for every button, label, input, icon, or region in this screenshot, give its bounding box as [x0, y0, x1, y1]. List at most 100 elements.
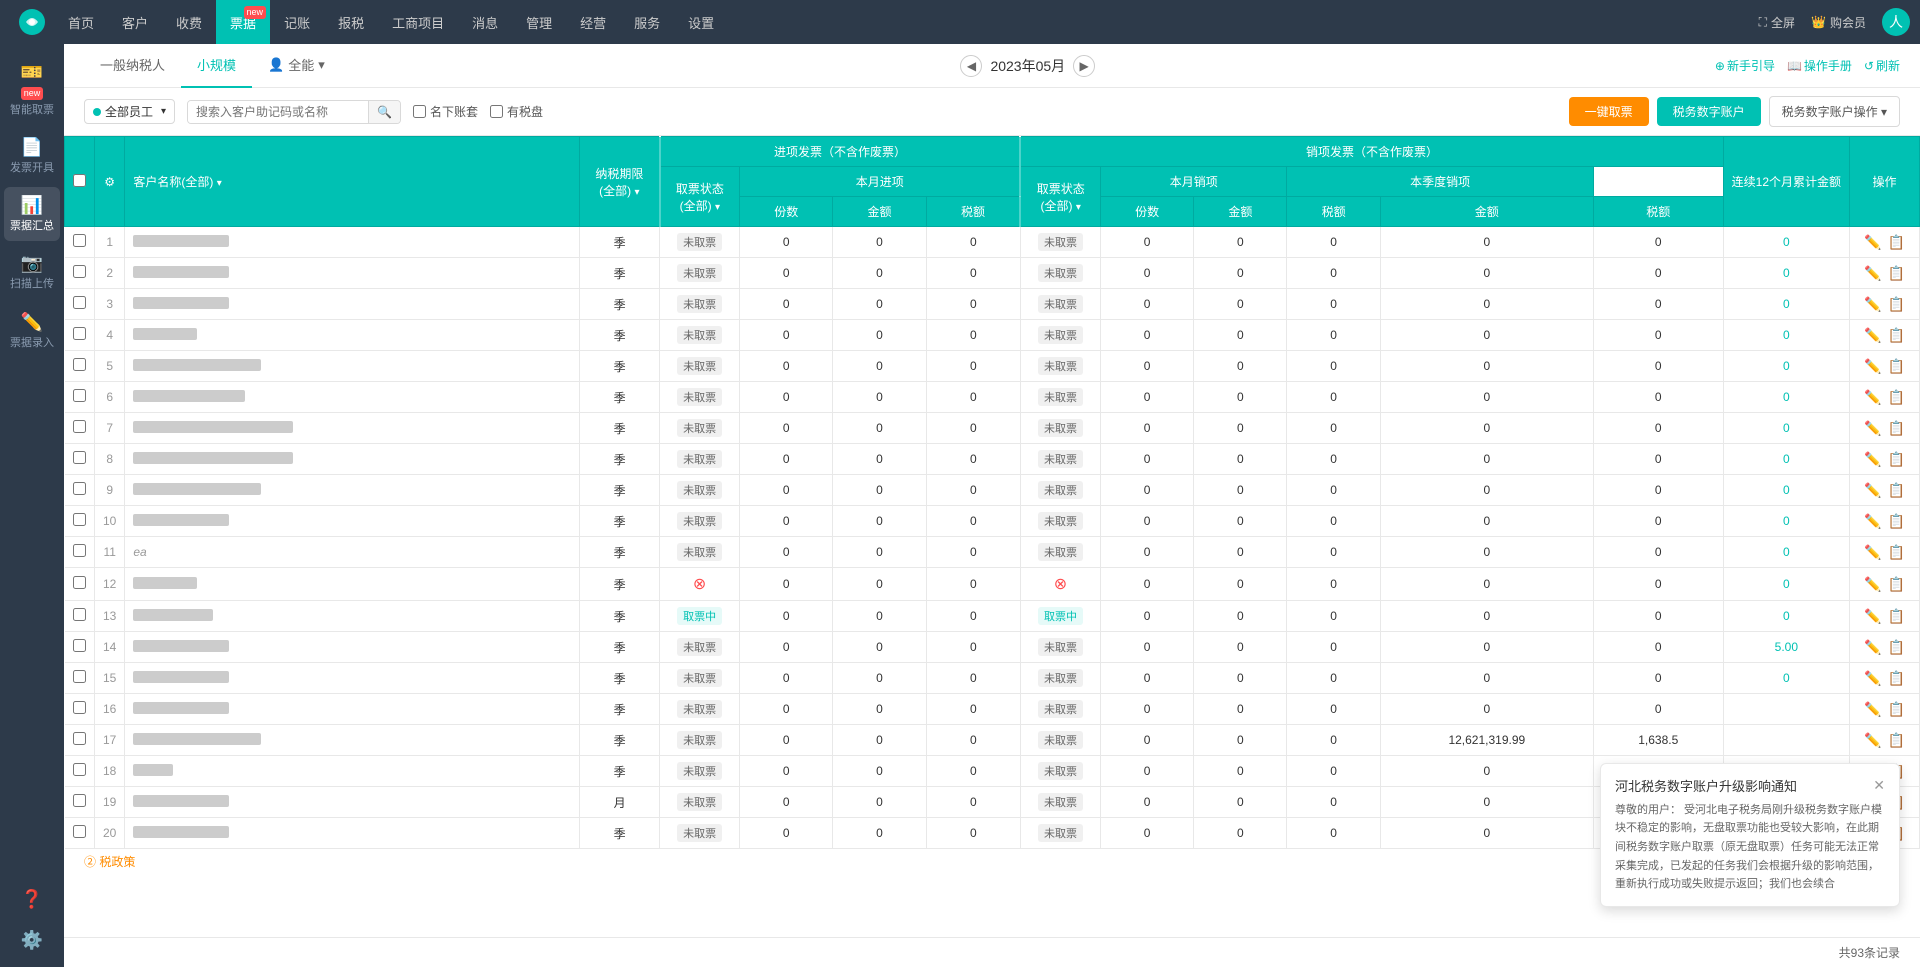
- row-checkbox[interactable]: [73, 389, 86, 402]
- prev-month-btn[interactable]: ◀: [960, 55, 982, 77]
- tab-small[interactable]: 小规模: [181, 44, 252, 88]
- crown-icon: 👑: [1811, 15, 1826, 29]
- edit-icon[interactable]: ✏️: [1864, 358, 1881, 375]
- fullscreen-btn[interactable]: ⛶ 全屏: [1759, 14, 1795, 31]
- nav-item-工商项目[interactable]: 工商项目: [378, 0, 458, 44]
- avatar[interactable]: 人: [1882, 8, 1910, 36]
- row-checkbox[interactable]: [73, 296, 86, 309]
- one-click-ticket-btn[interactable]: 一键取票: [1569, 97, 1649, 126]
- copy-icon[interactable]: 📋: [1888, 576, 1905, 593]
- edit-icon[interactable]: ✏️: [1864, 265, 1881, 282]
- row-checkbox[interactable]: [73, 701, 86, 714]
- nav-item-报税[interactable]: 报税: [324, 0, 378, 44]
- row-checkbox[interactable]: [73, 234, 86, 247]
- row-checkbox[interactable]: [73, 482, 86, 495]
- copy-icon[interactable]: 📋: [1888, 608, 1905, 625]
- edit-icon[interactable]: ✏️: [1864, 234, 1881, 251]
- tab-all[interactable]: 👤 全能 ▾: [252, 44, 341, 88]
- copy-icon[interactable]: 📋: [1888, 420, 1905, 437]
- copy-icon[interactable]: 📋: [1888, 358, 1905, 375]
- checkbox-taxdisk[interactable]: 有税盘: [490, 103, 543, 120]
- guide-link[interactable]: ⊕ 新手引导: [1715, 57, 1775, 74]
- nav-item-收费[interactable]: 收费: [162, 0, 216, 44]
- next-month-btn[interactable]: ▶: [1073, 55, 1095, 77]
- copy-icon[interactable]: 📋: [1888, 670, 1905, 687]
- th-outbound: 销项发票（不含作废票）: [1020, 137, 1723, 167]
- row-checkbox[interactable]: [73, 794, 86, 807]
- search-btn[interactable]: 🔍: [368, 101, 400, 123]
- edit-icon[interactable]: ✏️: [1864, 732, 1881, 749]
- sidebar-item-智能取票[interactable]: 🎫new智能取票: [4, 54, 60, 125]
- table-row: 5 季 未取票 0 0 0 未取票 0 0 0 0 0 0 ✏️ 📋: [65, 351, 1920, 382]
- copy-icon[interactable]: 📋: [1888, 701, 1905, 718]
- edit-icon[interactable]: ✏️: [1864, 420, 1881, 437]
- select-all-checkbox[interactable]: [73, 174, 86, 187]
- copy-icon[interactable]: 📋: [1888, 234, 1905, 251]
- row-checkbox[interactable]: [73, 608, 86, 621]
- edit-icon[interactable]: ✏️: [1864, 451, 1881, 468]
- row-checkbox[interactable]: [73, 544, 86, 557]
- tax-digital-account-btn[interactable]: 税务数字账户: [1657, 97, 1761, 126]
- copy-icon[interactable]: 📋: [1888, 265, 1905, 282]
- edit-icon[interactable]: ✏️: [1864, 670, 1881, 687]
- member-btn[interactable]: 👑 购会员: [1811, 14, 1866, 31]
- row-checkbox[interactable]: [73, 670, 86, 683]
- nav-item-经营[interactable]: 经营: [566, 0, 620, 44]
- row-checkbox[interactable]: [73, 265, 86, 278]
- row-checkbox[interactable]: [73, 825, 86, 838]
- table-row: 11 ea 季 未取票 0 0 0 未取票 0 0 0 0 0 0 ✏️ 📋: [65, 537, 1920, 568]
- nav-item-首页[interactable]: 首页: [54, 0, 108, 44]
- row-checkbox[interactable]: [73, 763, 86, 776]
- tab-general[interactable]: 一般纳税人: [84, 44, 181, 88]
- edit-icon[interactable]: ✏️: [1864, 327, 1881, 344]
- edit-icon[interactable]: ✏️: [1864, 389, 1881, 406]
- copy-icon[interactable]: 📋: [1888, 513, 1905, 530]
- edit-icon[interactable]: ✏️: [1864, 513, 1881, 530]
- edit-icon[interactable]: ✏️: [1864, 482, 1881, 499]
- copy-icon[interactable]: 📋: [1888, 451, 1905, 468]
- settings-icon[interactable]: ⚙️: [15, 924, 49, 957]
- help-icon[interactable]: ❓: [15, 883, 49, 916]
- row-checkbox[interactable]: [73, 513, 86, 526]
- row-checkbox[interactable]: [73, 420, 86, 433]
- manual-link[interactable]: 📖 操作手册: [1787, 57, 1852, 74]
- nav-item-记账[interactable]: 记账: [270, 0, 324, 44]
- row-checkbox[interactable]: [73, 576, 86, 589]
- nav-item-服务[interactable]: 服务: [620, 0, 674, 44]
- employee-select[interactable]: 全部员工 ▾: [84, 99, 175, 124]
- checkbox-accounts[interactable]: 名下账套: [413, 103, 478, 120]
- copy-icon[interactable]: 📋: [1888, 639, 1905, 656]
- copy-icon[interactable]: 📋: [1888, 482, 1905, 499]
- search-input[interactable]: [188, 101, 368, 123]
- row-checkbox[interactable]: [73, 639, 86, 652]
- logo[interactable]: [10, 0, 54, 44]
- copy-icon[interactable]: 📋: [1888, 327, 1905, 344]
- sidebar-item-扫描上传[interactable]: 📷扫描上传: [4, 245, 60, 299]
- sidebar-item-票据录入[interactable]: ✏️票据录入: [4, 304, 60, 358]
- row-checkbox[interactable]: [73, 327, 86, 340]
- edit-icon[interactable]: ✏️: [1864, 544, 1881, 561]
- tax-digital-ops-btn[interactable]: 税务数字账户操作 ▾: [1769, 96, 1900, 127]
- copy-icon[interactable]: 📋: [1888, 544, 1905, 561]
- edit-icon[interactable]: ✏️: [1864, 576, 1881, 593]
- edit-icon[interactable]: ✏️: [1864, 608, 1881, 625]
- nav-item-管理[interactable]: 管理: [512, 0, 566, 44]
- nav-item-设置[interactable]: 设置: [674, 0, 728, 44]
- copy-icon[interactable]: 📋: [1888, 389, 1905, 406]
- row-checkbox[interactable]: [73, 358, 86, 371]
- row-checkbox[interactable]: [73, 732, 86, 745]
- nav-item-消息[interactable]: 消息: [458, 0, 512, 44]
- refresh-link[interactable]: ↺ 刷新: [1864, 57, 1900, 74]
- row-checkbox[interactable]: [73, 451, 86, 464]
- edit-icon[interactable]: ✏️: [1864, 296, 1881, 313]
- copy-icon[interactable]: 📋: [1888, 296, 1905, 313]
- edit-icon[interactable]: ✏️: [1864, 701, 1881, 718]
- sidebar-item-发票开具[interactable]: 📄发票开具: [4, 129, 60, 183]
- nav-item-客户[interactable]: 客户: [108, 0, 162, 44]
- nav-item-票据[interactable]: 票据new: [216, 0, 270, 44]
- edit-icon[interactable]: ✏️: [1864, 639, 1881, 656]
- close-icon[interactable]: ✕: [1873, 777, 1885, 794]
- table-row: 13 季 取票中 0 0 0 取票中 0 0 0 0 0 0 ✏️ 📋: [65, 601, 1920, 632]
- sidebar-item-票据汇总[interactable]: 📊票据汇总: [4, 187, 60, 241]
- copy-icon[interactable]: 📋: [1888, 732, 1905, 749]
